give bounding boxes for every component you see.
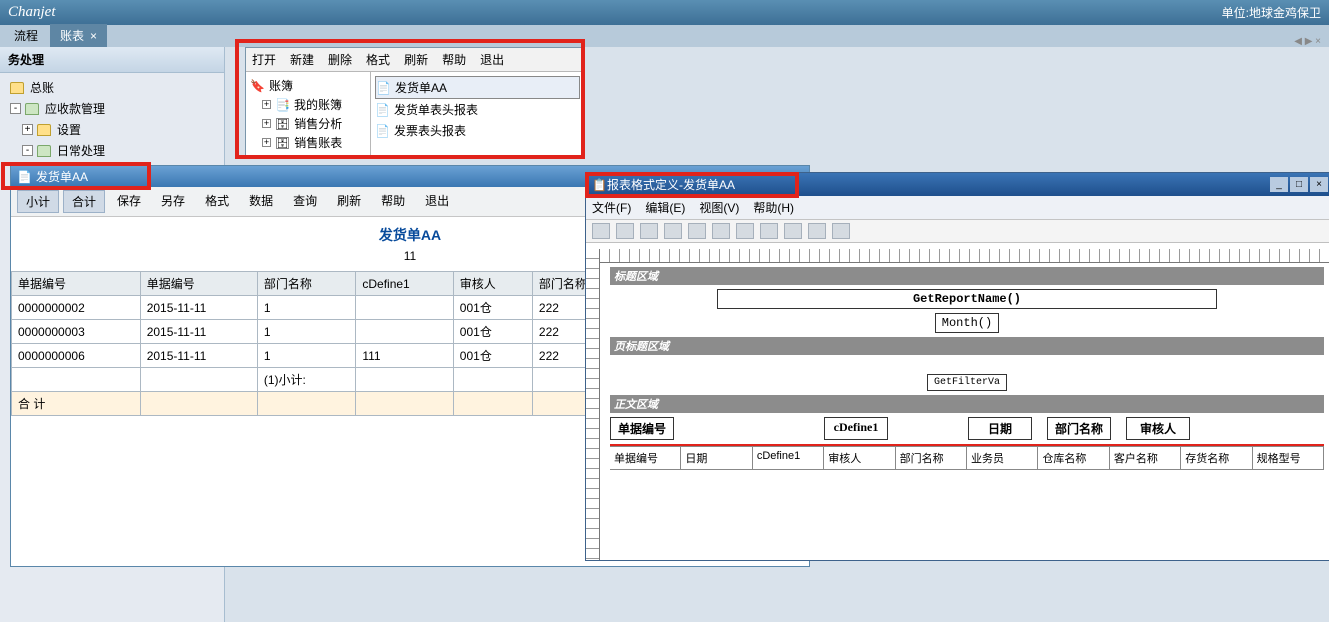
tb-subtotal[interactable]: 小计 [17,190,59,213]
app-titlebar: Chanjet 单位:地球金鸡保卫 [0,0,1329,25]
maximize-icon[interactable]: □ [1290,177,1308,192]
book-list: 📄发货单AA 📄发货单表头报表 📄发票表头报表 [371,72,584,156]
format-window: 📋 报表格式定义-发货单AA _ □ × 文件(F) 编辑(E) 视图(V) 帮… [585,172,1329,561]
tab-flow[interactable]: 流程 [4,24,48,47]
tree-root[interactable]: 🔖账簿 [250,76,366,95]
main-area: 打开 新建 删除 格式 刷新 帮助 退出 🔖账簿 +📑我的账簿 +🗄销售分析 +… [225,47,1329,622]
tb-help[interactable]: 帮助 [373,190,413,213]
sidebar-item[interactable]: +设置 [0,119,224,140]
window-title[interactable]: 📋 报表格式定义-发货单AA _ □ × [586,173,1329,196]
tool-icon[interactable] [688,223,706,239]
sidebar-header: 务处理 [0,47,224,73]
menubar: 文件(F) 编辑(E) 视图(V) 帮助(H) [586,196,1329,220]
book-panel: 打开 新建 删除 格式 刷新 帮助 退出 🔖账簿 +📑我的账簿 +🗄销售分析 +… [245,47,585,157]
minimize-icon[interactable]: _ [1270,177,1288,192]
field-month[interactable]: Month() [935,313,999,333]
tb-refresh[interactable]: 刷新 [329,190,369,213]
list-item[interactable]: 📄发货单表头报表 [375,99,580,120]
tool-icon[interactable] [760,223,778,239]
brand-logo: Chanjet [8,4,56,21]
list-item[interactable]: 📄发票表头报表 [375,120,580,141]
field-filter[interactable]: GetFilterVa [927,374,1007,391]
header-field[interactable]: cDefine1 [824,417,888,440]
menu-format[interactable]: 格式 [366,51,390,68]
data-col: 审核人 [824,447,895,469]
data-col: 客户名称 [1110,447,1181,469]
col-header[interactable]: 单据编号 [12,272,141,296]
data-col: 规格型号 [1253,447,1324,469]
menu-help[interactable]: 帮助 [442,51,466,68]
menu-edit[interactable]: 编辑(E) [645,199,685,216]
data-col: 单据编号 [610,447,681,469]
menu-view[interactable]: 视图(V) [699,199,739,216]
menu-open[interactable]: 打开 [252,51,276,68]
tool-icon[interactable] [736,223,754,239]
tab-report[interactable]: 账表 × [50,24,107,47]
sidebar-item[interactable]: -日常处理 [0,140,224,161]
tabstrip-controls[interactable]: ◀ ▶ × [1294,36,1329,47]
tb-save[interactable]: 保存 [109,190,149,213]
menu-refresh[interactable]: 刷新 [404,51,428,68]
data-col: 存货名称 [1181,447,1252,469]
tb-exit[interactable]: 退出 [417,190,457,213]
tb-query[interactable]: 查询 [285,190,325,213]
menu-help[interactable]: 帮助(H) [753,199,794,216]
section-title: 标题区域 [610,267,1324,285]
header-field[interactable]: 日期 [968,417,1032,440]
book-menu: 打开 新建 删除 格式 刷新 帮助 退出 [246,48,584,72]
header-field[interactable]: 单据编号 [610,417,674,440]
header-field[interactable]: 部门名称 [1047,417,1111,440]
data-col: 日期 [681,447,752,469]
col-header[interactable]: 单据编号 [140,272,257,296]
data-col: 仓库名称 [1038,447,1109,469]
horizontal-ruler [600,249,1329,263]
menu-new[interactable]: 新建 [290,51,314,68]
menu-file[interactable]: 文件(F) [592,199,631,216]
tool-icon[interactable] [808,223,826,239]
save-icon[interactable] [592,223,610,239]
copy-icon[interactable] [616,223,634,239]
menu-delete[interactable]: 删除 [328,51,352,68]
main-tabstrip: 流程 账表 × ◀ ▶ × [0,25,1329,47]
close-icon[interactable]: × [90,29,97,43]
sidebar-item[interactable]: -应收款管理 [0,98,224,119]
data-col: cDefine1 [753,447,824,469]
tb-saveas[interactable]: 另存 [153,190,193,213]
unit-label: 单位:地球金鸡保卫 [1222,4,1321,21]
tree-item[interactable]: +🗄销售账表 [250,133,366,152]
tool-icon[interactable] [832,223,850,239]
tree-item[interactable]: +🗄销售分析 [250,114,366,133]
tb-total[interactable]: 合计 [63,190,105,213]
list-item-selected[interactable]: 📄发货单AA [375,76,580,99]
data-col: 部门名称 [896,447,967,469]
tool-icon[interactable] [712,223,730,239]
col-header[interactable]: cDefine1 [356,272,453,296]
close-icon[interactable]: × [1310,177,1328,192]
menu-exit[interactable]: 退出 [480,51,504,68]
tool-icon[interactable] [784,223,802,239]
header-field[interactable]: 审核人 [1126,417,1190,440]
col-header[interactable]: 审核人 [453,272,532,296]
data-col: 业务员 [967,447,1038,469]
tool-icon[interactable] [664,223,682,239]
tree-item[interactable]: +📑我的账簿 [250,95,366,114]
tb-data[interactable]: 数据 [241,190,281,213]
sidebar-item[interactable]: 总账 [0,77,224,98]
book-tree: 🔖账簿 +📑我的账簿 +🗄销售分析 +🗄销售账表 [246,72,371,156]
section-body: 正文区域 [610,395,1324,413]
vertical-ruler [586,249,600,560]
col-header[interactable]: 部门名称 [257,272,355,296]
section-pagehead: 页标题区域 [610,337,1324,355]
paste-icon[interactable] [640,223,658,239]
field-reportname[interactable]: GetReportName() [717,289,1217,309]
icon-toolbar [586,220,1329,243]
tb-format[interactable]: 格式 [197,190,237,213]
data-columns: 单据编号日期cDefine1审核人部门名称业务员仓库名称客户名称存货名称规格型号 [610,446,1324,470]
